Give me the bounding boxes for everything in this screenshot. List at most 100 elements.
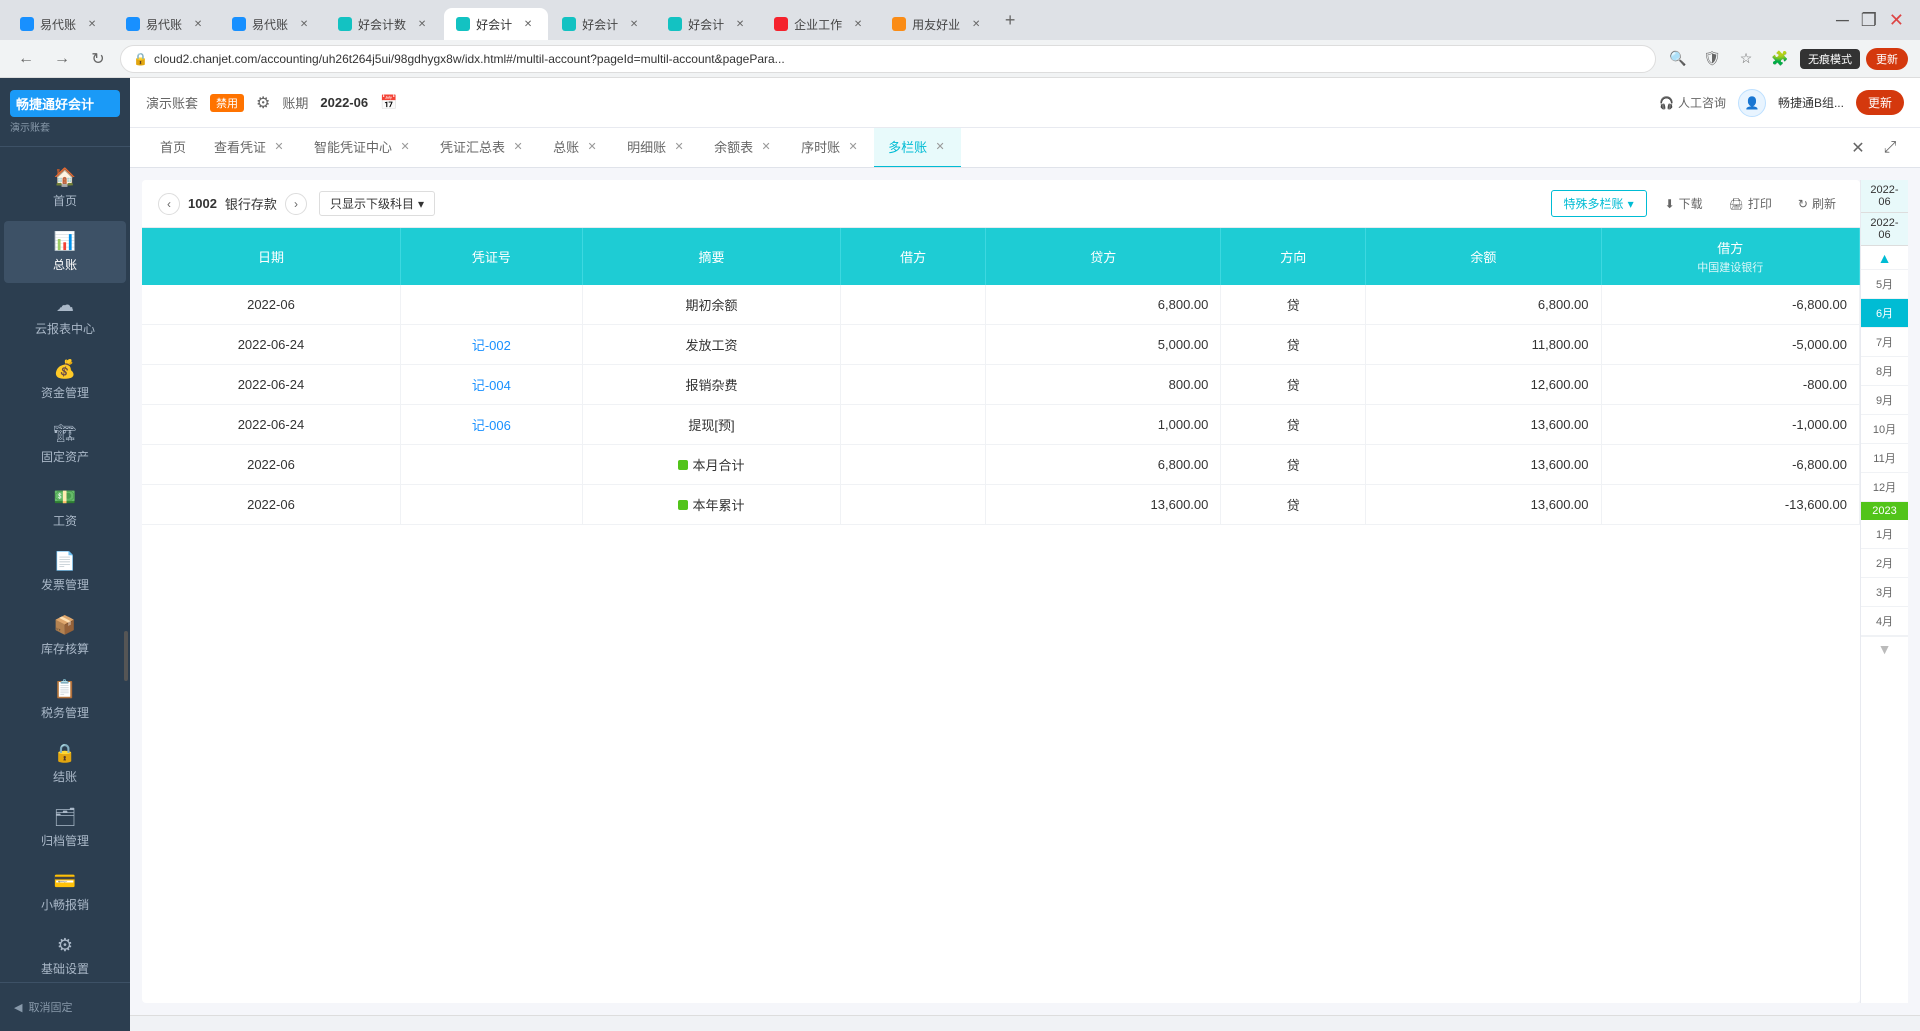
refresh-button[interactable]: ↻ 刷新 — [1790, 191, 1844, 216]
prev-account-button[interactable]: ‹ — [158, 193, 180, 215]
back-button[interactable]: ← — [12, 45, 40, 73]
unpin-button[interactable]: ◀ 取消固定 — [8, 993, 122, 1021]
balance-cell: 13,600.00 — [1366, 405, 1601, 445]
page-tab-close-sequence-ledger[interactable]: ✕ — [846, 140, 860, 154]
browser-tab-7[interactable]: 好会计 ✕ — [656, 8, 760, 40]
sidebar-item-report[interactable]: ☁ 云报表中心 — [4, 285, 126, 347]
sidebar-item-invoice[interactable]: 📄 发票管理 — [4, 541, 126, 603]
calendar-icon[interactable]: 📅 — [380, 94, 397, 111]
bookmark-icon[interactable]: ☆ — [1732, 45, 1760, 73]
browser-tab-6[interactable]: 好会计 ✕ — [550, 8, 654, 40]
browser-tab-4[interactable]: 好会计数 ✕ — [326, 8, 442, 40]
page-tab-voucher-view[interactable]: 查看凭证✕ — [200, 128, 300, 168]
browser-tab-close[interactable]: ✕ — [626, 16, 642, 32]
sidebar-item-archive[interactable]: 🗂 归档管理 — [4, 797, 126, 859]
close-pane-button[interactable]: ✕ — [1844, 134, 1872, 162]
browser-tab-2[interactable]: 易代账 ✕ — [114, 8, 218, 40]
filter-dropdown[interactable]: 只显示下级科目 ▾ — [319, 191, 435, 216]
minimize-button[interactable]: ─ — [1832, 6, 1853, 35]
date-month-2023-1月[interactable]: 1月 — [1861, 520, 1908, 549]
consult-button[interactable]: 🎧 人工咨询 — [1659, 94, 1726, 111]
special-ledger-button[interactable]: 特殊多栏账 ▾ — [1551, 190, 1647, 217]
restore-button[interactable]: ❐ — [1857, 6, 1881, 35]
date-month-7月[interactable]: 7月 — [1861, 328, 1908, 357]
page-tab-close-smart-voucher[interactable]: ✕ — [398, 140, 412, 154]
browser-tab-close[interactable]: ✕ — [850, 16, 866, 32]
date-month-2023-2月[interactable]: 2月 — [1861, 549, 1908, 578]
page-tab-home[interactable]: 首页 — [146, 128, 200, 168]
update-btn[interactable]: 更新 — [1866, 48, 1908, 70]
page-tab-voucher-summary[interactable]: 凭证汇总表✕ — [426, 128, 539, 168]
extra-cell: -6,800.00 — [1601, 285, 1859, 325]
page-tab-close-general-ledger[interactable]: ✕ — [585, 140, 599, 154]
sidebar-item-ledger[interactable]: 📊 总账 — [4, 221, 126, 283]
date-scroll-down[interactable]: ▼ — [1861, 636, 1908, 660]
page-tab-detail-ledger[interactable]: 明细账✕ — [613, 128, 700, 168]
sidebar-footer[interactable]: ◀ 取消固定 — [0, 982, 130, 1031]
sidebar-item-fund[interactable]: 💰 资金管理 — [4, 349, 126, 411]
page-tab-balance-sheet[interactable]: 余额表✕ — [700, 128, 787, 168]
browser-tab-9[interactable]: 用友好业 ✕ — [880, 8, 996, 40]
date-month-6月[interactable]: 6月 — [1861, 299, 1908, 328]
sidebar-label-settings: 基础设置 — [41, 960, 89, 977]
page-tab-close-voucher-summary[interactable]: ✕ — [511, 140, 525, 154]
sidebar-item-expense[interactable]: 💳 小畅报销 — [4, 861, 126, 923]
voucher-link[interactable]: 记-006 — [400, 405, 582, 445]
browser-tab-1[interactable]: 易代账 ✕ — [8, 8, 112, 40]
sidebar-label-assets: 固定资产 — [41, 448, 89, 465]
page-tab-multi-column[interactable]: 多栏账✕ — [874, 128, 961, 168]
browser-tab-close[interactable]: ✕ — [296, 16, 312, 32]
sidebar-icon-fund: 💰 — [54, 359, 76, 380]
page-tab-close-voucher-view[interactable]: ✕ — [272, 140, 286, 154]
close-button[interactable]: ✕ — [1885, 6, 1908, 35]
browser-tab-5[interactable]: 好会计 ✕ — [444, 8, 548, 40]
browser-tab-close[interactable]: ✕ — [414, 16, 430, 32]
date-month-5月[interactable]: 5月 — [1861, 270, 1908, 299]
search-icon[interactable]: 🔍 — [1664, 45, 1692, 73]
sidebar-item-stock[interactable]: 📦 库存核算 — [4, 605, 126, 667]
voucher-link[interactable]: 记-002 — [400, 325, 582, 365]
sidebar-item-home[interactable]: 🏠 首页 — [4, 157, 126, 219]
page-tab-close-balance-sheet[interactable]: ✕ — [759, 140, 773, 154]
shield-icon[interactable]: 🛡 — [1698, 45, 1726, 73]
sidebar-item-salary[interactable]: 💵 工资 — [4, 477, 126, 539]
browser-tab-close[interactable]: ✕ — [190, 16, 206, 32]
browser-tab-3[interactable]: 易代账 ✕ — [220, 8, 324, 40]
settings-icon[interactable]: ⚙ — [256, 93, 270, 113]
date-month-2023-3月[interactable]: 3月 — [1861, 578, 1908, 607]
date-month-8月[interactable]: 8月 — [1861, 357, 1908, 386]
forward-button[interactable]: → — [48, 45, 76, 73]
download-button[interactable]: ⬇ 下载 — [1657, 191, 1711, 216]
date-month-9月[interactable]: 9月 — [1861, 386, 1908, 415]
sidebar-item-close[interactable]: 🔒 结账 — [4, 733, 126, 795]
address-bar[interactable]: 🔒 cloud2.chanjet.com/accounting/uh26t264… — [120, 45, 1656, 73]
new-tab-button[interactable]: + — [996, 6, 1024, 34]
date-month-2023-4月[interactable]: 4月 — [1861, 607, 1908, 636]
sidebar-item-settings[interactable]: ⚙ 基础设置 — [4, 925, 126, 982]
browser-tab-close[interactable]: ✕ — [732, 16, 748, 32]
next-account-button[interactable]: › — [285, 193, 307, 215]
page-tab-general-ledger[interactable]: 总账✕ — [539, 128, 613, 168]
bottom-scrollbar[interactable] — [130, 1015, 1920, 1031]
voucher-link[interactable]: 记-004 — [400, 365, 582, 405]
browser-tab-close[interactable]: ✕ — [520, 16, 536, 32]
browser-tab-close[interactable]: ✕ — [968, 16, 984, 32]
page-tab-close-multi-column[interactable]: ✕ — [933, 140, 947, 154]
browser-tab-8[interactable]: 企业工作 ✕ — [762, 8, 878, 40]
update-button[interactable]: 更新 — [1856, 90, 1904, 115]
extension-icon[interactable]: 🧩 — [1766, 45, 1794, 73]
print-button[interactable]: 🖨 打印 — [1721, 191, 1780, 216]
date-month-12月[interactable]: 12月 — [1861, 473, 1908, 502]
sidebar-item-assets[interactable]: 🏗 固定资产 — [4, 413, 126, 475]
browser-tab-close[interactable]: ✕ — [84, 16, 100, 32]
page-tab-smart-voucher[interactable]: 智能凭证中心✕ — [300, 128, 426, 168]
sidebar-item-tax[interactable]: 📋 税务管理 — [4, 669, 126, 731]
page-tab-close-detail-ledger[interactable]: ✕ — [672, 140, 686, 154]
date-month-10月[interactable]: 10月 — [1861, 415, 1908, 444]
stealth-mode-btn[interactable]: 无痕模式 — [1800, 49, 1860, 69]
date-month-11月[interactable]: 11月 — [1861, 444, 1908, 473]
expand-pane-button[interactable]: ⤢ — [1876, 134, 1904, 162]
page-tab-sequence-ledger[interactable]: 序时账✕ — [787, 128, 874, 168]
reload-button[interactable]: ↻ — [84, 45, 112, 73]
date-scroll-up[interactable]: ▲ — [1861, 246, 1908, 270]
